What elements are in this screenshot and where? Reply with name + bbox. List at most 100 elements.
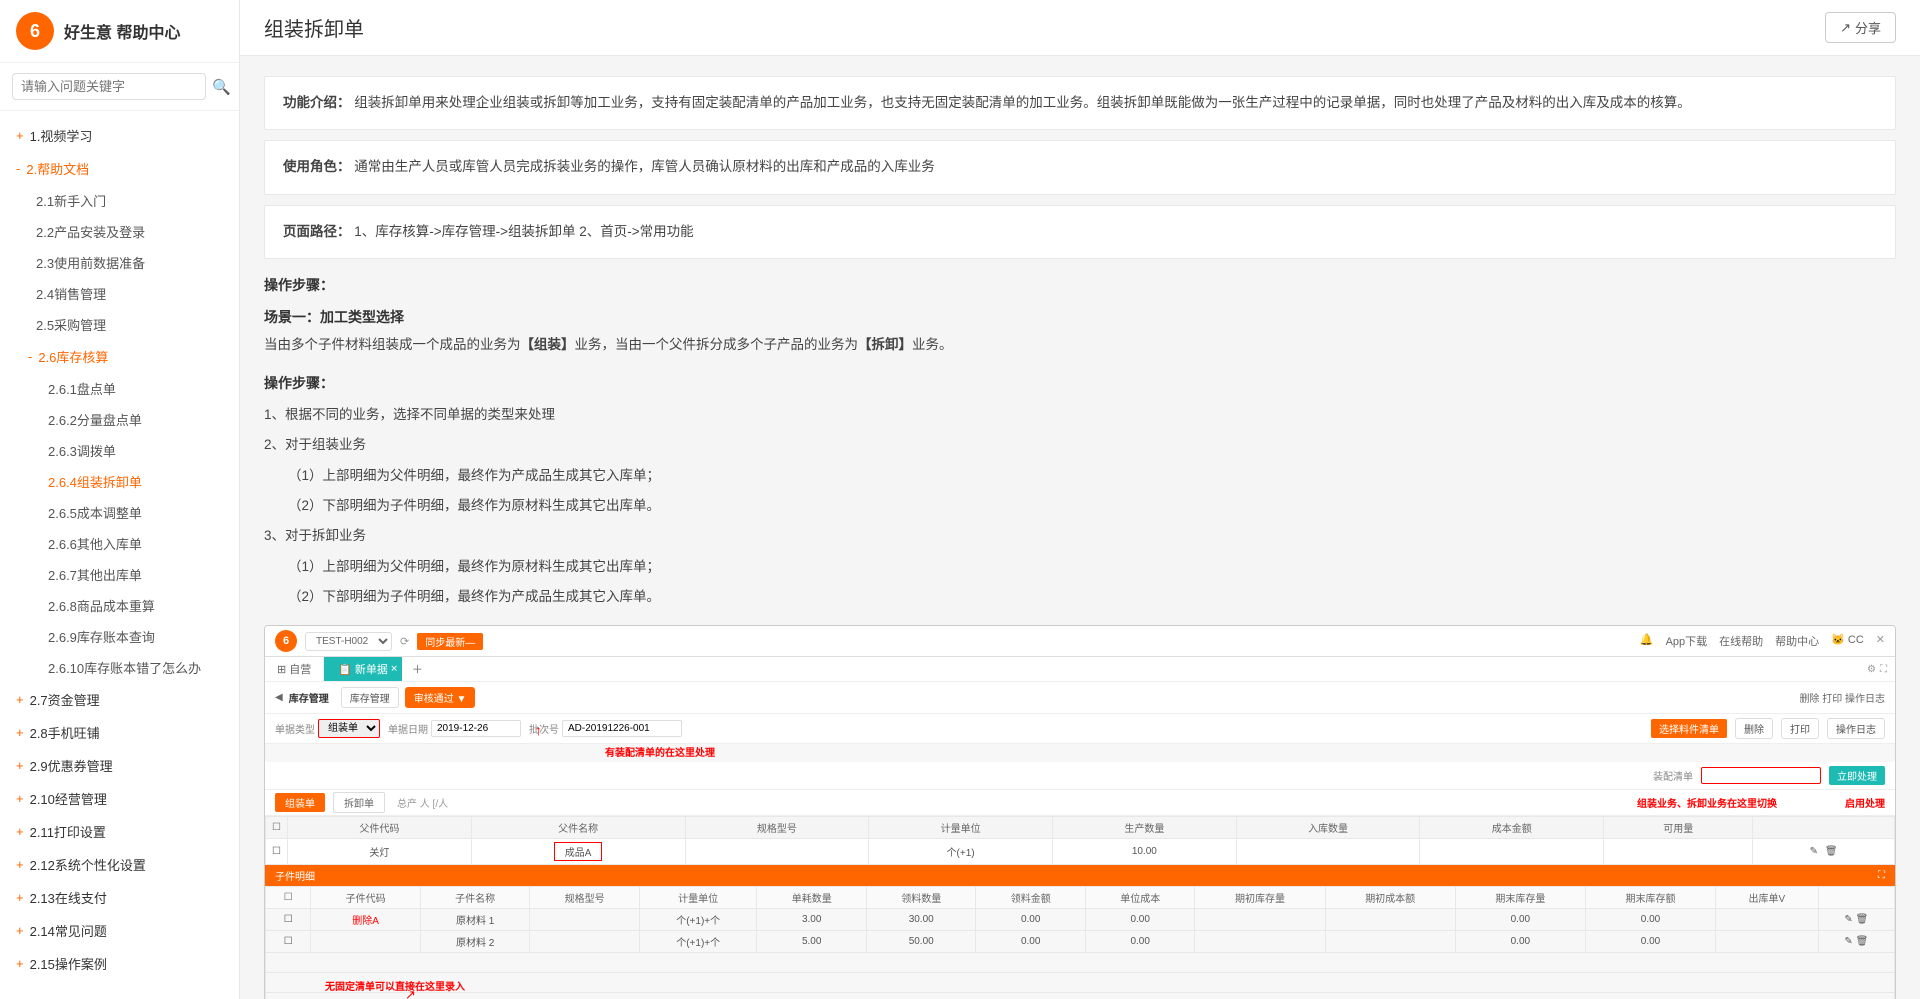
search-icon[interactable]: 🔍	[212, 78, 231, 96]
sidebar-item-video[interactable]: + 1.视频学习	[0, 119, 239, 152]
sub-row-unit-cost: 0.00	[1085, 909, 1195, 931]
share-button[interactable]: ↗ 分享	[1825, 12, 1896, 43]
sidebar-item-coupon[interactable]: + 2.9优惠券管理	[0, 749, 239, 782]
sidebar-item-pay[interactable]: + 2.13在线支付	[0, 881, 239, 914]
sub-row2-ops: ✎ 🗑	[1818, 931, 1894, 953]
sidebar-item-cases[interactable]: + 2.15操作案例	[0, 947, 239, 980]
sidebar-item-2-6-5[interactable]: 2.6.5成本调整单	[0, 497, 239, 528]
sub-row-outbill	[1716, 909, 1819, 931]
arrow-up-1: ↑	[535, 722, 542, 738]
search-input[interactable]	[12, 73, 206, 100]
sync-icon: ⟳	[400, 635, 409, 648]
sidebar-item-2-6-3[interactable]: 2.6.3调拨单	[0, 435, 239, 466]
sub-row-ops: ✎ 🗑	[1818, 909, 1894, 931]
batch-label: 批次号	[529, 721, 559, 736]
sidebar-item-2-6-8[interactable]: 2.6.8商品成本重算	[0, 590, 239, 621]
sidebar-item-data-prep[interactable]: 2.3使用前数据准备	[0, 247, 239, 278]
row-ops: ✎ 🗑	[1753, 839, 1895, 865]
row-check[interactable]: ☐	[266, 839, 288, 865]
sidebar-item-print[interactable]: + 2.11打印设置	[0, 815, 239, 848]
sub-row2-spec	[530, 931, 640, 953]
app-titlebar: 6 TEST-H002 ⟳ 同步最新— 🔔 App下载 在线帮助 帮助中心 🐱 …	[265, 626, 1895, 657]
sub-header-row: ☐ 子件代码 子件名称 规格型号 计量单位 单耗数量 领料数量 领料金额 单位成…	[266, 887, 1895, 909]
date-input[interactable]	[431, 720, 521, 737]
confirm-btn[interactable]: 审核通过 ▼	[405, 687, 476, 708]
nav-tree: + 1.视频学习 - 2.帮助文档 2.1新手入门 2.2产品安装及登录 2.3…	[0, 111, 239, 999]
bom-search-input[interactable]	[1701, 767, 1821, 784]
nav-help[interactable]: 在线帮助	[1719, 633, 1763, 649]
col-action	[1753, 817, 1895, 839]
tab-new-order[interactable]: 📋新单据 ✕	[324, 657, 402, 681]
sidebar-item-2-6-2[interactable]: 2.6.2分量盘点单	[0, 404, 239, 435]
close-btn[interactable]: ✕	[1876, 633, 1885, 649]
path-block: 页面路径： 1、库存核算->库存管理->组装拆卸单 2、首页->常用功能	[264, 205, 1896, 259]
col-check: ☐	[266, 817, 288, 839]
col-parent-name: 父件名称	[471, 817, 685, 839]
del-btn[interactable]: 删除	[1735, 718, 1773, 739]
page-title: 组装拆卸单	[264, 13, 364, 42]
sub-row2-del-icon[interactable]: 🗑	[1856, 936, 1869, 947]
sub-row-check[interactable]: ☐	[266, 909, 311, 931]
sub-row2-unit: 个(+1)+个	[639, 931, 757, 953]
sidebar-item-docs[interactable]: - 2.帮助文档	[0, 152, 239, 185]
sub-col-outbill: 出库单V	[1716, 887, 1819, 909]
sidebar-item-sysconfig[interactable]: + 2.12系统个性化设置	[0, 848, 239, 881]
sub-row-edit-icon[interactable]: ✎	[1844, 914, 1852, 925]
sidebar-item-install[interactable]: 2.2产品安装及登录	[0, 216, 239, 247]
expand-icon-sub[interactable]: ⛶	[1878, 870, 1885, 881]
sidebar-item-2-6-4[interactable]: 2.6.4组装拆卸单	[0, 466, 239, 497]
parent-name-cell[interactable]: 成品A	[554, 842, 603, 861]
sub-table: ☐ 子件代码 子件名称 规格型号 计量单位 单耗数量 领料数量 领料金额 单位成…	[265, 886, 1895, 999]
sidebar-item-mobile[interactable]: + 2.8手机旺铺	[0, 716, 239, 749]
sidebar-item-ops-label: 2.10经营管理	[30, 789, 107, 808]
sidebar-item-2-6-1[interactable]: 2.6.1盘点单	[0, 373, 239, 404]
row-edit-icon[interactable]: ✎	[1810, 846, 1818, 857]
sidebar-item-finance[interactable]: + 2.7资金管理	[0, 683, 239, 716]
fullscreen-icon[interactable]: ⛶	[1880, 664, 1887, 675]
tab-close-icon[interactable]: ✕	[390, 664, 398, 675]
batch-input[interactable]	[562, 720, 682, 737]
save-btn[interactable]: 库存管理	[341, 687, 399, 708]
select-bom-btn[interactable]: 选择料件清单	[1651, 719, 1727, 738]
doc-type-select[interactable]: 组装单 拆卸单	[318, 719, 380, 738]
annotation-enable: 启用处理	[1845, 795, 1885, 810]
tab-add[interactable]: ＋	[402, 657, 433, 681]
sub-row2-check[interactable]: ☐	[266, 931, 311, 953]
sub-row2-edit-icon[interactable]: ✎	[1844, 936, 1852, 947]
settings-icon[interactable]: ⚙	[1867, 664, 1876, 675]
sub-table-wrapper: ☐ 子件代码 子件名称 规格型号 计量单位 单耗数量 领料数量 领料金额 单位成…	[265, 886, 1895, 999]
sidebar-item-2-6-6[interactable]: 2.6.6其他入库单	[0, 528, 239, 559]
sub-row-del-icon[interactable]: 🗑	[1856, 914, 1869, 925]
type-tab-disassembly[interactable]: 拆卸单	[333, 792, 385, 813]
sidebar-item-2-6-10[interactable]: 2.6.10库存账本错了怎么办	[0, 652, 239, 683]
sidebar-item-faq[interactable]: + 2.14常见问题	[0, 914, 239, 947]
parent-table-head: ☐ 父件代码 父件名称 规格型号 计量单位 生产数量 入库数量 成本金额 可用量	[266, 817, 1895, 839]
company-select[interactable]: TEST-H002	[305, 632, 392, 651]
sidebar-item-pay-label: 2.13在线支付	[30, 888, 107, 907]
sidebar-item-2-6-9[interactable]: 2.6.9库存账本查询	[0, 621, 239, 652]
sub-col-name: 子件名称	[420, 887, 530, 909]
print-btn2[interactable]: 打印	[1781, 718, 1819, 739]
sidebar-item-ops[interactable]: + 2.10经营管理	[0, 782, 239, 815]
sidebar-item-newbie[interactable]: 2.1新手入门	[0, 185, 239, 216]
new-order-btn[interactable]: 同步最新—	[417, 633, 483, 650]
sidebar-item-sales[interactable]: 2.4销售管理	[0, 278, 239, 309]
bom-confirm-btn[interactable]: 立即处理	[1829, 766, 1885, 785]
row-delete-icon[interactable]: 🗑	[1825, 846, 1838, 857]
nav-user[interactable]: 🐱 CC	[1831, 633, 1864, 649]
nav-app[interactable]: App下载	[1666, 633, 1708, 649]
main-content: 功能介绍： 组装拆卸单用来处理企业组装或拆卸等加工业务，支持有固定装配清单的产品…	[240, 56, 1920, 999]
sub-row2-name: 原材料 2	[420, 931, 530, 953]
sidebar-item-inventory[interactable]: - 2.6库存核算	[0, 340, 239, 373]
nav-helpcenter[interactable]: 帮助中心	[1775, 633, 1819, 649]
expand-icon-finance: +	[16, 692, 24, 707]
sidebar-item-purchase[interactable]: 2.5采购管理	[0, 309, 239, 340]
type-tab-assembly[interactable]: 组装单	[275, 793, 325, 812]
nav-icon[interactable]: ◀	[275, 692, 283, 703]
step-1: 1、根据不同的业务，选择不同单据的类型来处理	[264, 403, 1896, 427]
sub-col-end-cost: 期末库存额	[1585, 887, 1715, 909]
log-btn[interactable]: 操作日志	[1827, 718, 1885, 739]
app-icon-bell[interactable]: 🔔	[1640, 633, 1654, 649]
tab-home[interactable]: ⊞自营	[265, 657, 324, 681]
sidebar-item-2-6-7[interactable]: 2.6.7其他出库单	[0, 559, 239, 590]
